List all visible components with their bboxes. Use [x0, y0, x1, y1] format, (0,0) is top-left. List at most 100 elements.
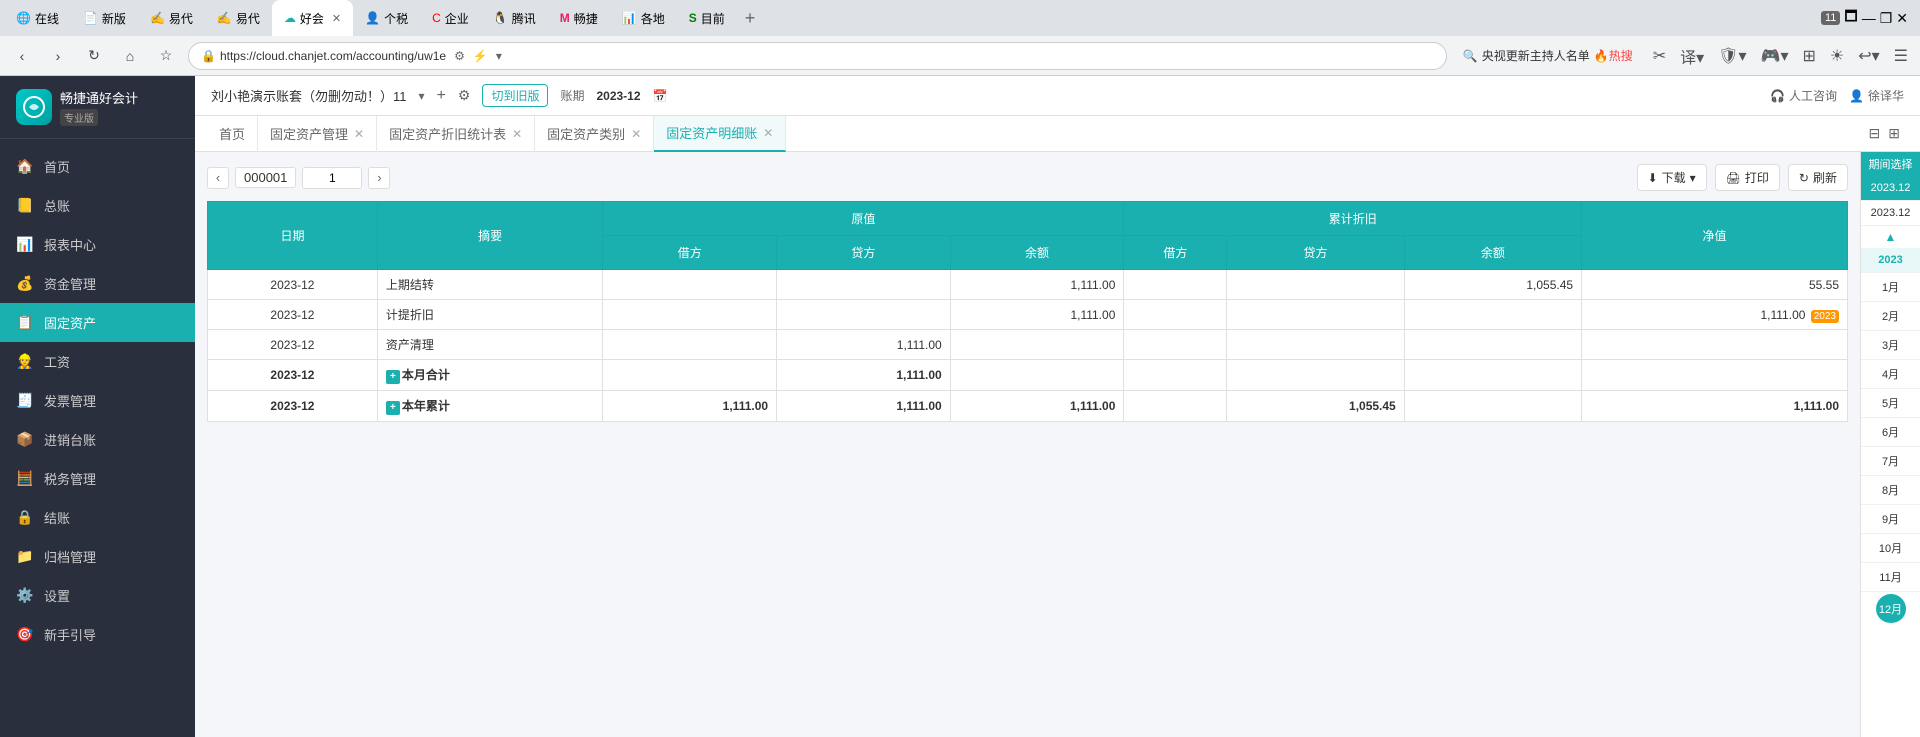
cell-orig-debit-0 [603, 270, 777, 300]
browser-tab-8[interactable]: M 畅捷 [548, 0, 610, 36]
home-button[interactable]: ⌂ [116, 42, 144, 70]
maximize-icon[interactable]: ❐ [1880, 10, 1893, 27]
prev-page-btn[interactable]: ‹ [207, 167, 229, 189]
minimize-icon[interactable]: — [1862, 10, 1876, 26]
date-item-2[interactable]: 2023.12 [1861, 201, 1920, 226]
page-tab-depreciation[interactable]: 固定资产折旧统计表 ✕ [377, 116, 535, 152]
shield-icon[interactable]: 🛡▾ [1714, 44, 1750, 68]
support-button[interactable]: 🎧 人工咨询 [1770, 87, 1837, 104]
expand-panel-icon[interactable]: ⊞ [1888, 125, 1900, 142]
reload-button[interactable]: ↻ [80, 42, 108, 70]
cell-acc-balance-3 [1404, 360, 1581, 391]
browser-tab-6[interactable]: C 企业 [420, 0, 481, 36]
page-tab-category[interactable]: 固定资产类别 ✕ [535, 116, 654, 152]
date-item-jul[interactable]: 7月 [1861, 447, 1920, 476]
close-tab-detail-ledger[interactable]: ✕ [763, 126, 773, 140]
undo-icon[interactable]: ↩▾ [1854, 44, 1883, 68]
sidebar-item-ledger[interactable]: 📒 总账 [0, 186, 195, 225]
close-tab-category[interactable]: ✕ [631, 127, 641, 141]
brightness-icon[interactable]: ☀ [1826, 44, 1848, 68]
date-item-nov[interactable]: 11月 [1861, 563, 1920, 592]
menu-icon[interactable]: ☰ [1890, 44, 1912, 68]
dropdown-arrow[interactable]: ▾ [419, 89, 425, 103]
date-item-may[interactable]: 5月 [1861, 389, 1920, 418]
sidebar-item-settings[interactable]: ⚙️ 设置 [0, 576, 195, 615]
sidebar-item-guide[interactable]: 🎯 新手引导 [0, 615, 195, 654]
sidebar-item-inventory[interactable]: 📦 进销台账 [0, 420, 195, 459]
forward-button[interactable]: › [44, 42, 72, 70]
sidebar-item-tax[interactable]: 🧮 税务管理 [0, 459, 195, 498]
date-item-aug[interactable]: 8月 [1861, 476, 1920, 505]
sidebar-item-closing[interactable]: 🔒 结账 [0, 498, 195, 537]
sidebar-item-archive[interactable]: 📁 归档管理 [0, 537, 195, 576]
th-date: 日期 [208, 202, 378, 270]
next-page-btn[interactable]: › [368, 167, 390, 189]
date-item-apr[interactable]: 4月 [1861, 360, 1920, 389]
new-tab-button[interactable]: + [737, 0, 764, 36]
site-info-icon[interactable]: ⚙ [454, 49, 465, 63]
browser-tab-4[interactable]: ☁ 好会 ✕ [272, 0, 353, 36]
sidebar-item-invoices[interactable]: 🧾 发票管理 [0, 381, 195, 420]
close-tab-fixed-assets[interactable]: ✕ [354, 127, 364, 141]
sidebar-item-home[interactable]: 🏠 首页 [0, 147, 195, 186]
search-bar[interactable]: 🔍 央视更新主持人名单 🔥热搜 [1463, 47, 1633, 64]
app-container: 畅捷通好会计 专业版 🏠 首页 📒 总账 📊 报表中心 💰 资金管理 � [0, 76, 1920, 737]
date-item-sep[interactable]: 9月 [1861, 505, 1920, 534]
browser-tab-10[interactable]: S 目前 [677, 0, 737, 36]
browser-tab-3[interactable]: ✍ 易代 [205, 0, 272, 36]
address-bar-row: ‹ › ↻ ⌂ ☆ 🔒 https://cloud.chanjet.com/ac… [0, 36, 1920, 76]
settings-icon: ⚙️ [16, 587, 34, 605]
cell-summary-0: 上期结转 [377, 270, 603, 300]
date-item-mar[interactable]: 3月 [1861, 331, 1920, 360]
close-window-icon[interactable]: ✕ [1896, 10, 1908, 27]
print-button[interactable]: 🖨 打印 [1715, 164, 1780, 191]
date-item-jan[interactable]: 1月 [1861, 273, 1920, 302]
funds-icon: 💰 [16, 275, 34, 293]
download-dropdown-icon[interactable]: ▾ [1690, 171, 1696, 185]
date-item-selected1[interactable]: 2023.12 [1861, 176, 1920, 201]
browser-tab-5[interactable]: 👤 个税 [353, 0, 420, 36]
refresh-button[interactable]: ↻ 刷新 [1788, 164, 1848, 191]
address-input[interactable]: 🔒 https://cloud.chanjet.com/accounting/u… [188, 42, 1447, 70]
sidebar-item-fixed-assets[interactable]: 📋 固定资产 [0, 303, 195, 342]
page-tab-home[interactable]: 首页 [207, 116, 258, 152]
translate-icon[interactable]: 译▾ [1676, 42, 1708, 70]
game-icon[interactable]: 🎮▾ [1757, 44, 1793, 68]
add-icon[interactable]: + [437, 87, 446, 105]
sidebar-item-reports[interactable]: 📊 报表中心 [0, 225, 195, 264]
browser-tab-9[interactable]: 📊 各地 [610, 0, 677, 36]
bookmark-button[interactable]: ☆ [152, 42, 180, 70]
date-item-year[interactable]: 2023 [1861, 248, 1920, 273]
restore-window-icon[interactable]: 🗖 [1844, 6, 1857, 30]
date-item-jun[interactable]: 6月 [1861, 418, 1920, 447]
browser-tab-7[interactable]: 🐧 腾讯 [481, 0, 548, 36]
sidebar-item-funds[interactable]: 💰 资金管理 [0, 264, 195, 303]
settings-icon-topbar[interactable]: ⚙ [458, 87, 471, 104]
collapse-panel-icon[interactable]: ⊟ [1869, 125, 1881, 142]
cell-net-value-1: 1,111.00 2023 [1582, 300, 1848, 330]
back-button[interactable]: ‹ [8, 42, 36, 70]
cut-icon[interactable]: ✂ [1649, 44, 1670, 68]
browser-tab-1[interactable]: 📄 新版 [71, 0, 138, 36]
user-button[interactable]: 👤 徐译华 [1849, 87, 1904, 104]
grid-icon[interactable]: ⊞ [1798, 44, 1819, 68]
date-item-oct[interactable]: 10月 [1861, 534, 1920, 563]
dropdown-icon[interactable]: ▾ [496, 49, 502, 63]
scroll-up-btn[interactable]: ▲ [1861, 226, 1920, 248]
th-accumulated-depreciation: 累计折旧 [1124, 202, 1582, 236]
tab-close-4[interactable]: ✕ [332, 12, 341, 25]
cell-net-value-0: 55.55 [1582, 270, 1848, 300]
page-number-input[interactable] [302, 167, 362, 189]
home-icon: 🏠 [16, 158, 34, 176]
date-item-feb[interactable]: 2月 [1861, 302, 1920, 331]
page-tab-fixed-assets[interactable]: 固定资产管理 ✕ [258, 116, 377, 152]
switch-version-btn[interactable]: 切到旧版 [482, 84, 548, 107]
browser-tab-0[interactable]: 🌐 在线 [4, 0, 71, 36]
download-button[interactable]: ⬇ 下载 ▾ [1637, 164, 1707, 191]
date-item-dec[interactable]: 12月 [1876, 594, 1906, 624]
calendar-icon[interactable]: 📅 [653, 89, 668, 103]
sidebar-item-payroll[interactable]: 👷 工资 [0, 342, 195, 381]
close-tab-depreciation[interactable]: ✕ [512, 127, 522, 141]
browser-tab-2[interactable]: ✍ 易代 [138, 0, 205, 36]
page-tab-detail-ledger[interactable]: 固定资产明细账 ✕ [654, 116, 786, 152]
